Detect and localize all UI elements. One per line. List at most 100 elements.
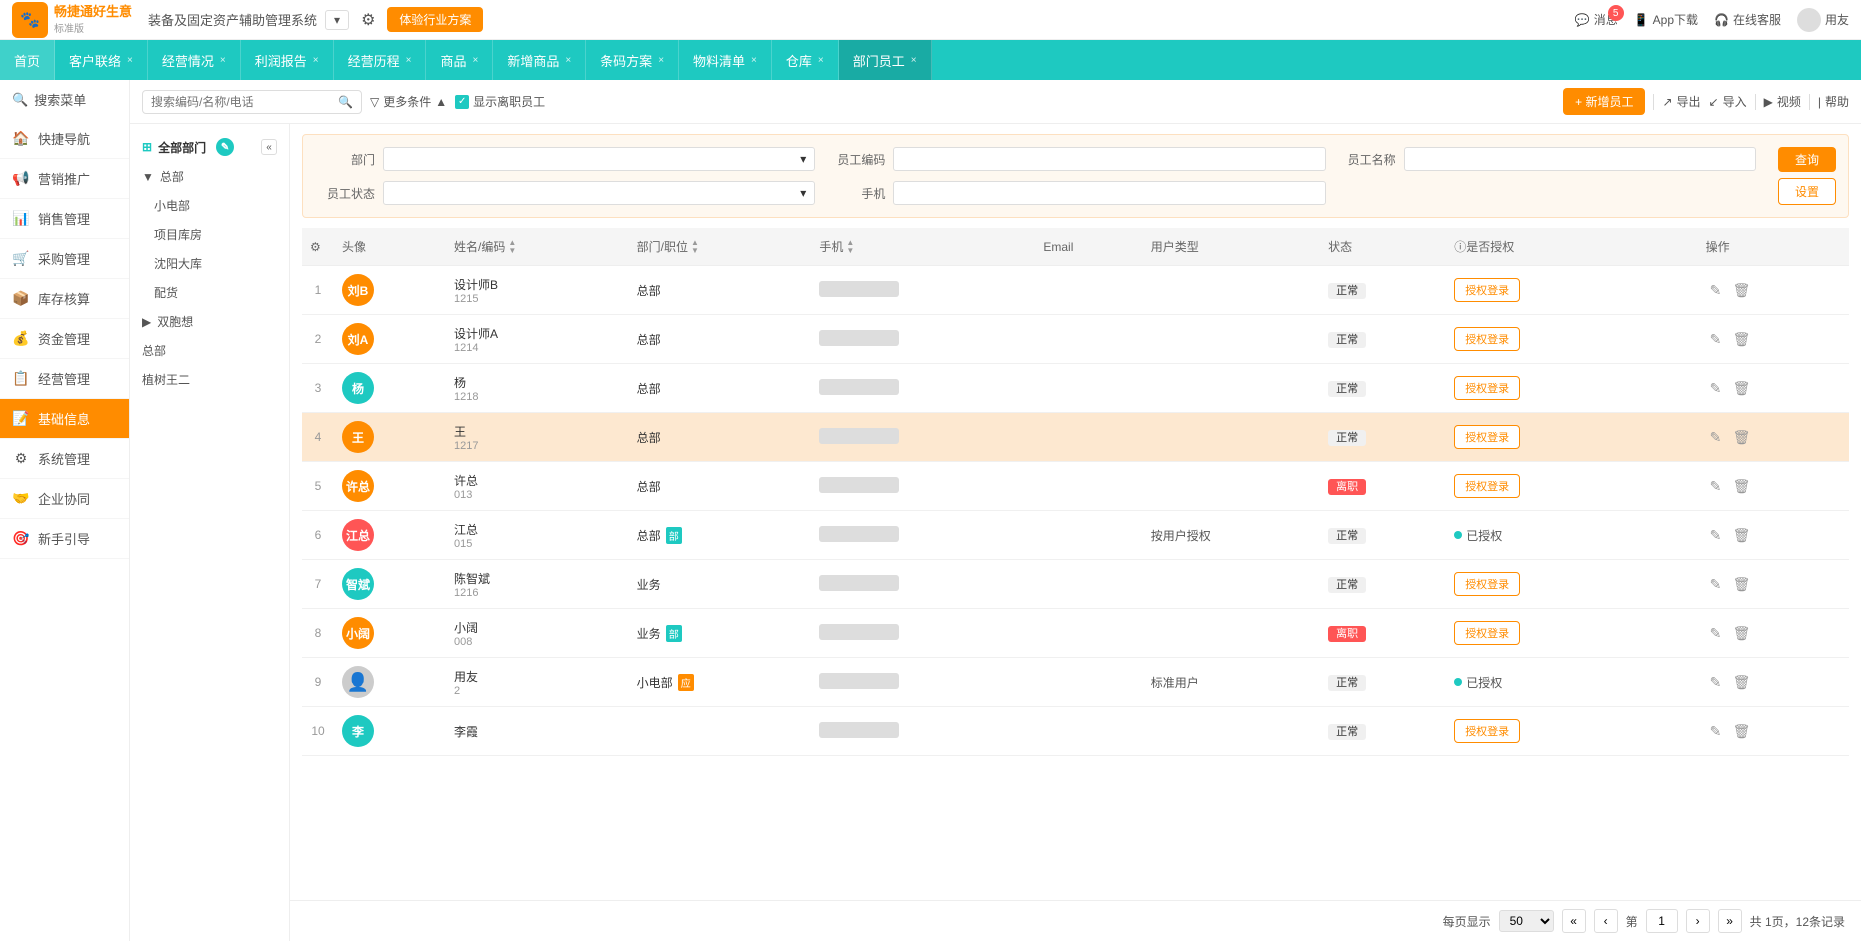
nav-close-barcode[interactable]: × xyxy=(658,55,664,66)
system-dropdown-btn[interactable]: ▾ xyxy=(325,10,349,30)
more-filter-btn[interactable]: ▽ 更多条件 ▲ xyxy=(370,93,447,110)
delete-btn[interactable]: 🗑 xyxy=(1729,476,1755,497)
dept-item-zongbu[interactable]: 总部 xyxy=(130,336,289,365)
page-size-select[interactable]: 50 100 xyxy=(1499,910,1554,932)
nav-item-bizhistory[interactable]: 经营历程 × xyxy=(334,40,427,80)
sidebar-item-basic[interactable]: 📝 基础信息 xyxy=(0,399,129,439)
filter-status-select[interactable]: ▾ xyxy=(383,181,815,205)
nav-item-goods[interactable]: 商品 × xyxy=(426,40,493,80)
nav-item-bom[interactable]: 物料清单 × xyxy=(679,40,772,80)
sidebar-item-inventory[interactable]: 📦 库存核算 xyxy=(0,279,129,319)
delete-btn[interactable]: 🗑 xyxy=(1729,329,1755,350)
edit-btn[interactable]: ✎ xyxy=(1706,329,1726,350)
search-input[interactable] xyxy=(151,95,332,109)
nav-close-bizstatus[interactable]: × xyxy=(220,55,226,66)
nav-close-bom[interactable]: × xyxy=(751,55,757,66)
dept-item-headquarter-parent[interactable]: ▼ 总部 xyxy=(130,162,289,191)
nav-close-employee[interactable]: × xyxy=(911,55,917,66)
filter-phone-input[interactable] xyxy=(893,181,1325,205)
sidebar-item-system[interactable]: ⚙ 系统管理 xyxy=(0,439,129,479)
th-phone[interactable]: 手机 ▲▼ xyxy=(811,228,1035,266)
auth-login-btn[interactable]: 授权登录 xyxy=(1454,719,1520,743)
msg-btn[interactable]: 💬 消息 5 xyxy=(1575,11,1618,28)
last-page-btn[interactable]: » xyxy=(1718,909,1742,933)
nav-close-warehouse[interactable]: × xyxy=(818,55,824,66)
search-box[interactable]: 🔍 xyxy=(142,90,362,114)
prev-page-btn[interactable]: ‹ xyxy=(1594,909,1618,933)
sidebar-item-guide[interactable]: 🎯 新手引导 xyxy=(0,519,129,559)
delete-btn[interactable]: 🗑 xyxy=(1729,525,1755,546)
help-button[interactable]: | 帮助 xyxy=(1818,93,1849,110)
delete-btn[interactable]: 🗑 xyxy=(1729,280,1755,301)
dept-item-xiaodibu[interactable]: 小电部 xyxy=(130,191,289,220)
add-employee-button[interactable]: + 新增员工 xyxy=(1563,88,1645,115)
sidebar-item-marketing[interactable]: 📢 营销推广 xyxy=(0,159,129,199)
nav-close-newgoods[interactable]: × xyxy=(565,55,571,66)
th-name[interactable]: 姓名/编码 ▲▼ xyxy=(446,228,629,266)
edit-btn[interactable]: ✎ xyxy=(1706,574,1726,595)
auth-login-btn[interactable]: 授权登录 xyxy=(1454,425,1520,449)
nav-close-goods[interactable]: × xyxy=(472,55,478,66)
filter-empcode-input[interactable] xyxy=(893,147,1325,171)
query-button[interactable]: 查询 xyxy=(1778,147,1836,172)
app-download-btn[interactable]: 📱 App下载 xyxy=(1634,11,1698,28)
delete-btn[interactable]: 🗑 xyxy=(1729,427,1755,448)
delete-btn[interactable]: 🗑 xyxy=(1729,672,1755,693)
show-resign-checkbox[interactable]: ✓ 显示离职员工 xyxy=(455,93,545,110)
export-button[interactable]: ↗ 导出 xyxy=(1662,93,1700,110)
nav-item-customer[interactable]: 客户联络 × xyxy=(55,40,148,80)
nav-item-bizstatus[interactable]: 经营情况 × xyxy=(148,40,241,80)
th-dept[interactable]: 部门/职位 ▲▼ xyxy=(629,228,812,266)
sidebar-item-finance[interactable]: 💰 资金管理 xyxy=(0,319,129,359)
delete-btn[interactable]: 🗑 xyxy=(1729,721,1755,742)
auth-login-btn[interactable]: 授权登录 xyxy=(1454,278,1520,302)
dept-collapse-btn[interactable]: « xyxy=(261,139,277,155)
delete-btn[interactable]: 🗑 xyxy=(1729,623,1755,644)
sidebar-item-collab[interactable]: 🤝 企业协同 xyxy=(0,479,129,519)
edit-btn[interactable]: ✎ xyxy=(1706,623,1726,644)
page-number-input[interactable] xyxy=(1646,909,1678,933)
nav-item-profit[interactable]: 利润报告 × xyxy=(241,40,334,80)
nav-close-customer[interactable]: × xyxy=(127,55,133,66)
view-button[interactable]: ▶ 视频 xyxy=(1764,93,1801,110)
edit-btn[interactable]: ✎ xyxy=(1706,427,1726,448)
user-btn[interactable]: 用友 xyxy=(1797,8,1849,32)
gear-btn[interactable]: ⚙ xyxy=(357,6,379,34)
filter-empname-input[interactable] xyxy=(1404,147,1756,171)
nav-close-bizhistory[interactable]: × xyxy=(406,55,412,66)
auth-login-btn[interactable]: 授权登录 xyxy=(1454,376,1520,400)
auth-login-btn[interactable]: 授权登录 xyxy=(1454,572,1520,596)
edit-btn[interactable]: ✎ xyxy=(1706,476,1726,497)
dept-item-xiangmuhouse[interactable]: 项目库房 xyxy=(130,220,289,249)
nav-item-barcode[interactable]: 条码方案 × xyxy=(586,40,679,80)
auth-login-btn[interactable]: 授权登录 xyxy=(1454,474,1520,498)
nav-item-newgoods[interactable]: 新增商品 × xyxy=(493,40,586,80)
filter-dept-select[interactable]: ▾ xyxy=(383,147,815,171)
delete-btn[interactable]: 🗑 xyxy=(1729,574,1755,595)
nav-item-employee[interactable]: 部门员工 × xyxy=(839,40,932,80)
edit-btn[interactable]: ✎ xyxy=(1706,525,1726,546)
import-button[interactable]: ↙ 导入 xyxy=(1709,93,1747,110)
delete-btn[interactable]: 🗑 xyxy=(1729,378,1755,399)
dept-item-zhishu[interactable]: 植树王二 xyxy=(130,365,289,394)
edit-btn[interactable]: ✎ xyxy=(1706,280,1726,301)
sidebar-item-nav[interactable]: 🏠 快捷导航 xyxy=(0,119,129,159)
set-button[interactable]: 设置 xyxy=(1778,178,1836,205)
sidebar-item-operations[interactable]: 📋 经营管理 xyxy=(0,359,129,399)
nav-item-home[interactable]: 首页 xyxy=(0,40,55,80)
first-page-btn[interactable]: « xyxy=(1562,909,1586,933)
edit-btn[interactable]: ✎ xyxy=(1706,378,1726,399)
sidebar-item-sales[interactable]: 📊 销售管理 xyxy=(0,199,129,239)
auth-login-btn[interactable]: 授权登录 xyxy=(1454,621,1520,645)
dept-item-peihuo[interactable]: 配货 xyxy=(130,278,289,307)
dept-edit-btn[interactable]: ✎ xyxy=(216,138,234,156)
sidebar-item-search[interactable]: 🔍 搜索菜单 xyxy=(0,80,129,119)
auth-login-btn[interactable]: 授权登录 xyxy=(1454,327,1520,351)
dept-item-shenyang[interactable]: 沈阳大库 xyxy=(130,249,289,278)
nav-item-warehouse[interactable]: 仓库 × xyxy=(772,40,839,80)
nav-close-profit[interactable]: × xyxy=(313,55,319,66)
next-page-btn[interactable]: › xyxy=(1686,909,1710,933)
sidebar-item-purchase[interactable]: 🛒 采购管理 xyxy=(0,239,129,279)
edit-btn[interactable]: ✎ xyxy=(1706,721,1726,742)
dept-item-shuangbaoxiang[interactable]: ▶ 双胞想 xyxy=(130,307,289,336)
